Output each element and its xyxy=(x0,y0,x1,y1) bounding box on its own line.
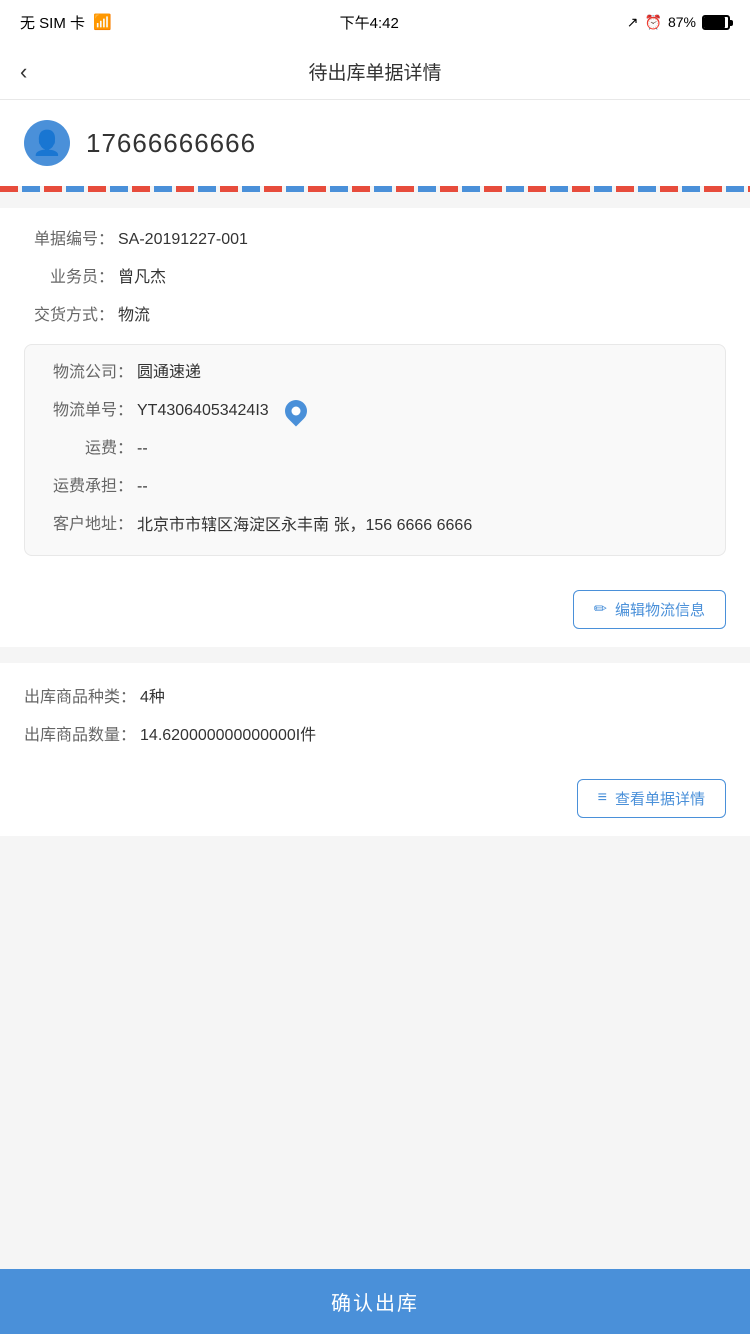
alarm-icon: ⏰ xyxy=(645,14,662,31)
delivery-method-row: 交货方式： 物流 xyxy=(24,304,726,328)
doc-number-row: 单据编号： SA-20191227-001 xyxy=(24,228,726,252)
product-quantity-value: 14.620000000000000I件 xyxy=(140,721,316,745)
freight-bearer-value: -- xyxy=(137,475,707,499)
logistics-card: 物流公司： 圆通速递 物流单号： YT43064053424I3 运费： -- … xyxy=(24,344,726,556)
logistics-company-value: 圆通速递 xyxy=(137,361,707,385)
view-details-container: ≡ 查看单据详情 xyxy=(0,765,750,836)
salesperson-value: 曾凡杰 xyxy=(118,266,726,290)
doc-icon: ≡ xyxy=(598,789,607,807)
confirm-btn-container: 确认出库 xyxy=(0,1269,750,1334)
freight-label: 运费： xyxy=(43,437,133,461)
section-gap-1 xyxy=(0,192,750,208)
view-details-button[interactable]: ≡ 查看单据详情 xyxy=(577,779,726,818)
doc-number-label: 单据编号： xyxy=(24,228,114,252)
tracking-number-row: 物流单号： YT43064053424I3 xyxy=(43,399,707,423)
tracking-number-value: YT43064053424I3 xyxy=(137,399,707,423)
edit-logistics-button[interactable]: ✏ 编辑物流信息 xyxy=(573,590,726,629)
address-value: 北京市市辖区海淀区永丰南 张，156 6666 6666 xyxy=(137,513,707,539)
freight-value: -- xyxy=(137,437,707,461)
bottom-spacer xyxy=(0,836,750,1264)
person-icon: 👤 xyxy=(32,129,62,158)
salesperson-label: 业务员： xyxy=(24,266,114,290)
freight-bearer-row: 运费承担： -- xyxy=(43,475,707,499)
view-details-label: 查看单据详情 xyxy=(615,788,705,809)
delivery-method-value: 物流 xyxy=(118,304,726,328)
freight-row: 运费： -- xyxy=(43,437,707,461)
logistics-company-row: 物流公司： 圆通速递 xyxy=(43,361,707,385)
location-icon: ↗ xyxy=(627,14,639,31)
page-title: 待出库单据详情 xyxy=(308,58,441,85)
wifi-icon: 📶 xyxy=(93,13,112,31)
product-types-label: 出库商品种类： xyxy=(24,683,136,707)
product-quantity-row: 出库商品数量： 14.620000000000000I件 xyxy=(24,721,726,745)
location-pin-icon[interactable] xyxy=(280,395,311,426)
battery-icon xyxy=(702,15,730,30)
doc-number-value: SA-20191227-001 xyxy=(118,228,726,252)
delivery-method-label: 交货方式： xyxy=(24,304,114,328)
battery-label: 87% xyxy=(668,14,696,30)
product-types-row: 出库商品种类： 4种 xyxy=(24,683,726,707)
status-bar: 无 SIM 卡 📶 下午4:42 ↗ ⏰ 87% xyxy=(0,0,750,44)
page-wrapper: 无 SIM 卡 📶 下午4:42 ↗ ⏰ 87% ‹ 待出库单据详情 👤 176… xyxy=(0,0,750,1334)
confirm-button[interactable]: 确认出库 xyxy=(0,1287,750,1316)
customer-header: 👤 17666666666 xyxy=(0,100,750,186)
nav-bar: ‹ 待出库单据详情 xyxy=(0,44,750,100)
document-info-section: 单据编号： SA-20191227-001 业务员： 曾凡杰 交货方式： 物流 … xyxy=(0,208,750,576)
freight-bearer-label: 运费承担： xyxy=(43,475,133,499)
back-button[interactable]: ‹ xyxy=(20,59,27,85)
product-types-value: 4种 xyxy=(140,683,165,707)
edit-icon: ✏ xyxy=(594,599,607,619)
section-gap-2 xyxy=(0,647,750,663)
status-right: ↗ ⏰ 87% xyxy=(627,14,730,31)
time-label: 下午4:42 xyxy=(340,12,399,33)
logistics-company-label: 物流公司： xyxy=(43,361,133,385)
carrier-label: 无 SIM 卡 xyxy=(20,12,85,33)
salesperson-row: 业务员： 曾凡杰 xyxy=(24,266,726,290)
address-label: 客户地址： xyxy=(43,513,133,537)
customer-phone: 17666666666 xyxy=(86,128,256,159)
edit-logistics-label: 编辑物流信息 xyxy=(615,599,705,620)
tracking-number-label: 物流单号： xyxy=(43,399,133,423)
product-info-section: 出库商品种类： 4种 出库商品数量： 14.620000000000000I件 xyxy=(0,663,750,765)
product-quantity-label: 出库商品数量： xyxy=(24,721,136,745)
status-left: 无 SIM 卡 📶 xyxy=(20,12,112,33)
address-row: 客户地址： 北京市市辖区海淀区永丰南 张，156 6666 6666 xyxy=(43,513,707,539)
avatar: 👤 xyxy=(24,120,70,166)
edit-logistics-container: ✏ 编辑物流信息 xyxy=(0,576,750,647)
